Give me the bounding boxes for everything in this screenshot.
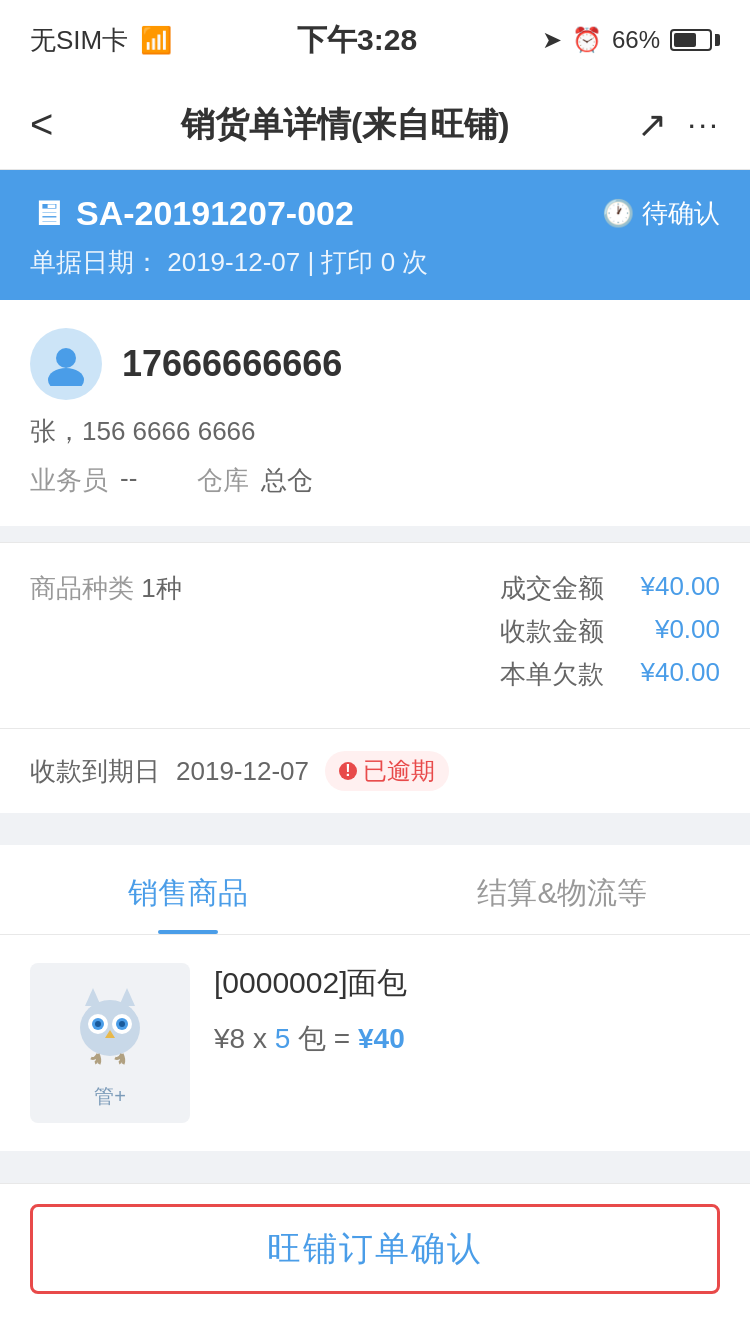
product-type-value: 1种 [141, 573, 181, 603]
deal-amount-row: 成交金额 ¥40.00 [500, 571, 720, 606]
clock-icon: 🕐 [602, 198, 634, 229]
tabs-row: 销售商品 结算&物流等 [0, 845, 750, 935]
salesman-label: 业务员 [30, 463, 108, 498]
amount-summary: 成交金额 ¥40.00 收款金额 ¥0.00 本单欠款 ¥40.00 [500, 571, 720, 700]
product-section: 管+ [0000002]面包 ¥8 x 5 包 = ¥40 [0, 935, 750, 1151]
warehouse-label: 仓库 [197, 463, 249, 498]
customer-top: 17666666666 [30, 328, 720, 400]
carrier-text: 无SIM卡 [30, 23, 128, 58]
order-print-text: | 打印 0 次 [307, 247, 428, 277]
order-date-row: 单据日期： 2019-12-07 | 打印 0 次 [30, 245, 720, 280]
warehouse-value: 总仓 [261, 463, 313, 498]
svg-marker-4 [119, 988, 135, 1006]
owed-amount-label: 本单欠款 [500, 657, 604, 692]
status-bar: 无SIM卡 📶 下午3:28 ➤ ⏰ 66% [0, 0, 750, 80]
alarm-icon: ⏰ [572, 26, 602, 54]
more-button[interactable]: ··· [687, 106, 720, 143]
nav-actions: ↗ ··· [637, 104, 720, 146]
summary-section: 商品种类 1种 成交金额 ¥40.00 收款金额 ¥0.00 本单欠款 ¥40.… [0, 543, 750, 728]
product-code: [0000002] [214, 966, 347, 999]
overdue-text: 已逾期 [363, 755, 435, 787]
avatar [30, 328, 102, 400]
bottom-bar: 旺铺订单确认 [0, 1183, 750, 1334]
product-unit: 包 [298, 1023, 326, 1054]
svg-point-9 [95, 1021, 101, 1027]
product-name-text: 面包 [347, 966, 407, 999]
product-qty: 5 [275, 1023, 291, 1054]
product-type: 商品种类 1种 [30, 571, 182, 606]
received-amount-label: 收款金额 [500, 614, 604, 649]
product-price-row: ¥8 x 5 包 = ¥40 [214, 1020, 720, 1058]
deal-amount-label: 成交金额 [500, 571, 604, 606]
deal-amount-value: ¥40.00 [620, 571, 720, 606]
confirm-order-button[interactable]: 旺铺订单确认 [30, 1204, 720, 1294]
owed-amount-row: 本单欠款 ¥40.00 [500, 657, 720, 692]
customer-section: 17666666666 张，156 6666 6666 业务员 -- 仓库 总仓 [0, 300, 750, 526]
svg-point-1 [48, 368, 84, 386]
tabs-section: 销售商品 结算&物流等 [0, 845, 750, 1151]
order-header: 🖥 SA-20191207-002 🕐 待确认 单据日期： 2019-12-07… [0, 170, 750, 300]
due-date-value: 2019-12-07 [176, 756, 309, 787]
svg-point-10 [119, 1021, 125, 1027]
customer-phone: 17666666666 [122, 343, 342, 385]
product-item: 管+ [0000002]面包 ¥8 x 5 包 = ¥40 [30, 963, 720, 1123]
order-status-text: 待确认 [642, 196, 720, 231]
order-id-text: SA-20191207-002 [76, 194, 354, 233]
product-logo: 管+ [65, 978, 155, 1109]
customer-meta: 业务员 -- 仓库 总仓 [30, 463, 720, 498]
received-amount-value: ¥0.00 [620, 614, 720, 649]
order-date-value: 2019-12-07 [167, 247, 300, 277]
customer-name: 张，156 6666 6666 [30, 414, 720, 449]
status-bar-left: 无SIM卡 📶 [30, 23, 172, 58]
product-total: ¥40 [358, 1023, 405, 1054]
svg-marker-3 [85, 988, 101, 1006]
warehouse-field: 仓库 总仓 [197, 463, 313, 498]
section-divider [0, 813, 750, 829]
received-amount-row: 收款金额 ¥0.00 [500, 614, 720, 649]
tab-settlement[interactable]: 结算&物流等 [375, 845, 750, 934]
battery-icon [670, 29, 720, 51]
wifi-icon: 📶 [140, 25, 172, 56]
order-date-label: 单据日期： [30, 247, 160, 277]
product-name: [0000002]面包 [214, 963, 720, 1004]
status-bar-right: ➤ ⏰ 66% [542, 26, 720, 54]
salesman-field: 业务员 -- [30, 463, 137, 498]
share-button[interactable]: ↗ [637, 104, 667, 146]
product-price: ¥8 [214, 1023, 245, 1054]
product-type-label: 商品种类 [30, 573, 134, 603]
due-date-section: 收款到期日 2019-12-07 ! 已逾期 [0, 729, 750, 813]
location-icon: ➤ [542, 26, 562, 54]
overdue-icon: ! [339, 762, 357, 780]
tab-sales-products[interactable]: 销售商品 [0, 845, 375, 934]
owed-amount-value: ¥40.00 [620, 657, 720, 692]
svg-point-0 [56, 348, 76, 368]
battery-text: 66% [612, 26, 660, 54]
product-thumbnail: 管+ [30, 963, 190, 1123]
order-id: 🖥 SA-20191207-002 [30, 194, 354, 233]
equals-sign: = [334, 1023, 350, 1054]
nav-bar: < 销货单详情(来自旺铺) ↗ ··· [0, 80, 750, 170]
product-info: [0000002]面包 ¥8 x 5 包 = ¥40 [214, 963, 720, 1058]
page-title: 销货单详情(来自旺铺) [181, 102, 510, 148]
overdue-badge: ! 已逾期 [325, 751, 449, 791]
back-button[interactable]: < [30, 102, 53, 147]
due-date-label: 收款到期日 [30, 754, 160, 789]
order-icon: 🖥 [30, 194, 64, 233]
multiply-sign: x [253, 1023, 267, 1054]
salesman-value: -- [120, 463, 137, 498]
order-status: 🕐 待确认 [602, 196, 720, 231]
order-header-top: 🖥 SA-20191207-002 🕐 待确认 [30, 194, 720, 233]
status-bar-time: 下午3:28 [297, 20, 417, 61]
